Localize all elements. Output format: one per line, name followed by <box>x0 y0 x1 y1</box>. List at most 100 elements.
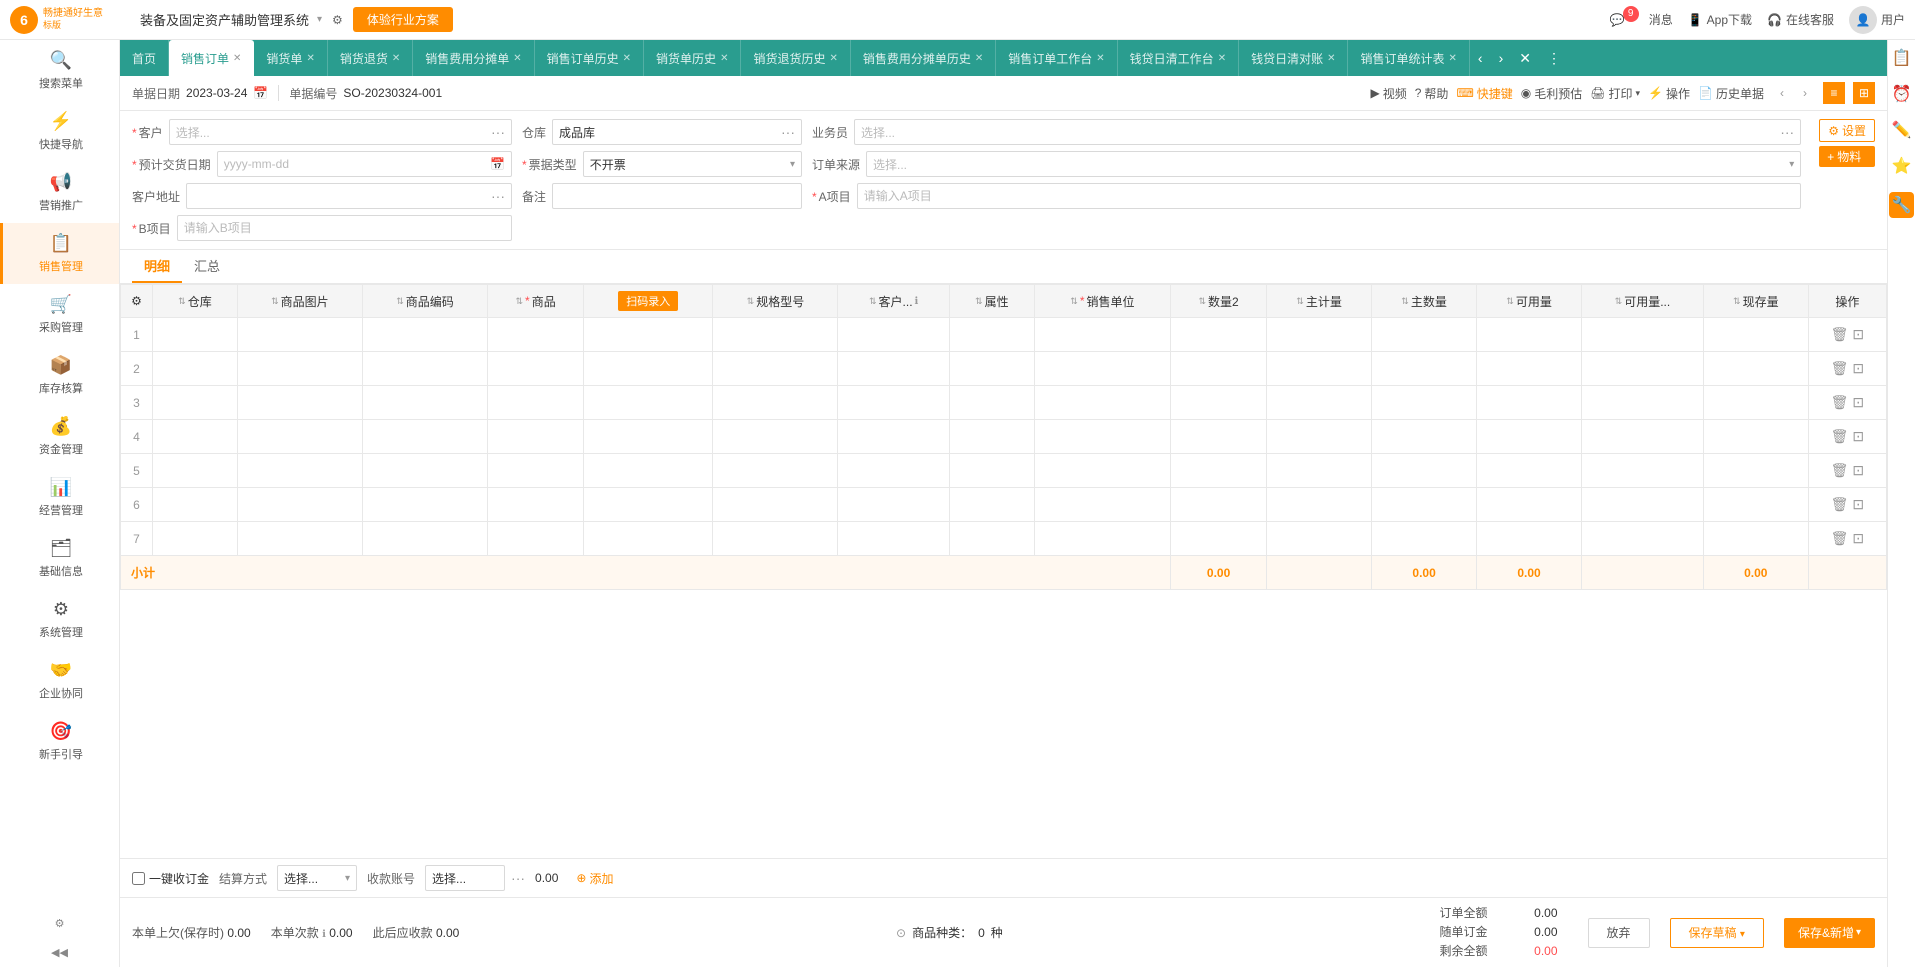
project-b-input[interactable]: 请输入B项目 <box>177 215 512 241</box>
salesperson-input[interactable]: 选择... ··· <box>854 119 1801 145</box>
one-click-deposit-checkbox[interactable] <box>132 872 145 885</box>
right-panel-tool-icon[interactable]: 🔧 <box>1889 192 1915 218</box>
calendar-icon[interactable]: 📅 <box>253 86 268 100</box>
tab-close-sales-fee[interactable]: ✕ <box>513 53 521 64</box>
tab-sales-return[interactable]: 销货单 ✕ <box>254 40 327 76</box>
table-container[interactable]: ⚙ ⇅仓库 ⇅商品图片 ⇅商品编码 ⇅*商品 <box>120 284 1887 858</box>
invoice-type-select[interactable]: 不开票 ▾ <box>583 151 802 177</box>
row-delete-btn[interactable]: 🗑 <box>1831 394 1849 411</box>
tab-cash-reconcile[interactable]: 钱贷日清对账 ✕ <box>1239 40 1348 76</box>
project-a-input[interactable]: 请输入A项目 <box>857 183 1802 209</box>
history-next-btn[interactable]: › <box>1795 86 1815 100</box>
row-copy-btn[interactable]: ⊡ <box>1852 428 1864 445</box>
tab-detail[interactable]: 明细 <box>132 250 182 283</box>
sidebar-item-basic-info[interactable]: 🗂 基础信息 <box>0 528 119 589</box>
tab-home[interactable]: 首页 <box>120 40 169 76</box>
user-area[interactable]: 👤 用户 <box>1849 6 1905 34</box>
tab-close-cash-daily[interactable]: ✕ <box>1218 53 1226 64</box>
save-new-btn[interactable]: 保存&新增 ▾ <box>1784 918 1875 948</box>
operation-btn[interactable]: ⚡ 操作 <box>1648 85 1690 102</box>
tab-next-btn[interactable]: › <box>1491 40 1512 76</box>
sidebar-item-guide[interactable]: 🎯 新手引导 <box>0 711 119 772</box>
row-delete-btn[interactable]: 🗑 <box>1831 326 1849 343</box>
sidebar-settings-btn[interactable]: ⚙ <box>0 909 119 938</box>
right-panel-clock-icon[interactable]: ⏰ <box>1892 84 1912 104</box>
row-delete-btn[interactable]: 🗑 <box>1831 496 1849 513</box>
row-copy-btn[interactable]: ⊡ <box>1852 462 1864 479</box>
settings-icon[interactable]: ⚙ <box>332 13 343 27</box>
sidebar-item-inventory[interactable]: 📦 库存核算 <box>0 345 119 406</box>
warehouse-input[interactable]: 成品库 ··· <box>552 119 802 145</box>
account-select[interactable]: 选择... <box>425 865 505 891</box>
app-download[interactable]: 📱 App下载 <box>1688 11 1752 28</box>
th-settings[interactable]: ⚙ <box>121 285 153 318</box>
row-copy-btn[interactable]: ⊡ <box>1852 360 1864 377</box>
row-delete-btn[interactable]: 🗑 <box>1831 428 1849 445</box>
order-source-input[interactable]: 选择... ▾ <box>866 151 1801 177</box>
row-copy-btn[interactable]: ⊡ <box>1852 530 1864 547</box>
table-view-btn[interactable]: ⊞ <box>1853 82 1875 104</box>
row-copy-btn[interactable]: ⊡ <box>1852 326 1864 343</box>
sidebar-item-finance[interactable]: 💰 资金管理 <box>0 406 119 467</box>
save-draft-btn[interactable]: 保存草稿 ▾ <box>1670 918 1764 948</box>
sidebar-item-search[interactable]: 🔍 搜索菜单 <box>0 40 119 101</box>
tab-sales-fee[interactable]: 销售费用分摊单 ✕ <box>413 40 534 76</box>
table-settings-icon[interactable]: ⚙ <box>131 294 142 308</box>
tab-close-return2-history[interactable]: ✕ <box>829 53 837 64</box>
sidebar-collapse-btn[interactable]: ◀◀ <box>0 938 119 967</box>
remark-input[interactable] <box>552 183 802 209</box>
tab-close-fee-history[interactable]: ✕ <box>975 53 983 64</box>
sidebar-item-enterprise[interactable]: 🤝 企业协同 <box>0 650 119 711</box>
warehouse-more-btn[interactable]: ··· <box>781 124 795 140</box>
setup-btn[interactable]: ⚙ 设置 <box>1819 119 1875 142</box>
print-btn[interactable]: 🖨 打印 ▾ <box>1590 85 1640 102</box>
right-panel-star-icon[interactable]: ⭐ <box>1892 156 1912 176</box>
tab-sales-return2-history[interactable]: 销货退货历史 ✕ <box>741 40 850 76</box>
tab-sales-stat[interactable]: 销售订单统计表 ✕ <box>1348 40 1469 76</box>
tab-close-sales-return2[interactable]: ✕ <box>392 53 400 64</box>
sidebar-item-marketing[interactable]: 📢 营销推广 <box>0 162 119 223</box>
tab-sales-order-history[interactable]: 销售订单历史 ✕ <box>535 40 644 76</box>
salesperson-more-btn[interactable]: ··· <box>1780 124 1794 140</box>
add-deposit-btn[interactable]: ⊕ 添加 <box>568 868 621 889</box>
tab-close-all-btn[interactable]: ✕ <box>1511 40 1539 76</box>
row-copy-btn[interactable]: ⊡ <box>1852 394 1864 411</box>
right-panel-edit-icon[interactable]: ✏️ <box>1892 120 1912 140</box>
tab-close-cash-reconcile[interactable]: ✕ <box>1327 53 1335 64</box>
sidebar-item-sales[interactable]: 📋 销售管理 <box>0 223 119 284</box>
payment-method-select[interactable]: 选择... ▾ <box>277 865 357 891</box>
tab-close-sales-return[interactable]: ✕ <box>306 53 314 64</box>
tab-close-workbench[interactable]: ✕ <box>1096 53 1104 64</box>
customer-input[interactable]: 选择... ··· <box>169 119 512 145</box>
row-copy-btn[interactable]: ⊡ <box>1852 496 1864 513</box>
system-dropdown-icon[interactable]: ▾ <box>317 14 322 25</box>
tab-prev-btn[interactable]: ‹ <box>1470 40 1491 76</box>
row-delete-btn[interactable]: 🗑 <box>1831 360 1849 377</box>
tab-close-return-history[interactable]: ✕ <box>720 53 728 64</box>
tab-close-order-history[interactable]: ✕ <box>623 53 631 64</box>
help-btn[interactable]: ? 帮助 <box>1415 85 1449 102</box>
customer-more-btn[interactable]: ··· <box>491 124 505 140</box>
sidebar-item-purchase[interactable]: 🛒 采购管理 <box>0 284 119 345</box>
history-prev-btn[interactable]: ‹ <box>1772 86 1792 100</box>
right-panel-clipboard-icon[interactable]: 📋 <box>1892 48 1912 68</box>
tab-sales-order[interactable]: 销售订单 ✕ <box>169 40 254 76</box>
row-delete-btn[interactable]: 🗑 <box>1831 462 1849 479</box>
row-delete-btn[interactable]: 🗑 <box>1831 530 1849 547</box>
account-more-btn[interactable]: ··· <box>511 870 525 886</box>
shortcut-btn[interactable]: ⌨ 快捷键 <box>1456 85 1512 102</box>
customer-addr-input[interactable]: ··· <box>186 183 512 209</box>
tab-close-sales-stat[interactable]: ✕ <box>1449 53 1457 64</box>
tab-close-sales-order[interactable]: ✕ <box>233 53 241 64</box>
view-video-btn[interactable]: ▶ 视频 <box>1370 85 1406 102</box>
sidebar-item-quick-nav[interactable]: ⚡ 快捷导航 <box>0 101 119 162</box>
industry-btn[interactable]: 体验行业方案 <box>353 7 453 32</box>
delivery-date-input[interactable]: yyyy-mm-dd 📅 <box>217 151 512 177</box>
notification-area[interactable]: 💬 9 消息 <box>1610 11 1673 28</box>
addr-more-btn[interactable]: ··· <box>491 188 505 204</box>
tab-cash-daily[interactable]: 钱贷日清工作台 ✕ <box>1118 40 1239 76</box>
profit-btn[interactable]: ◉ 毛利预估 <box>1521 85 1583 102</box>
tab-sales-return-history[interactable]: 销货单历史 ✕ <box>644 40 741 76</box>
scan-btn[interactable]: 扫码录入 <box>618 291 678 311</box>
tab-sales-return2[interactable]: 销货退货 ✕ <box>328 40 413 76</box>
